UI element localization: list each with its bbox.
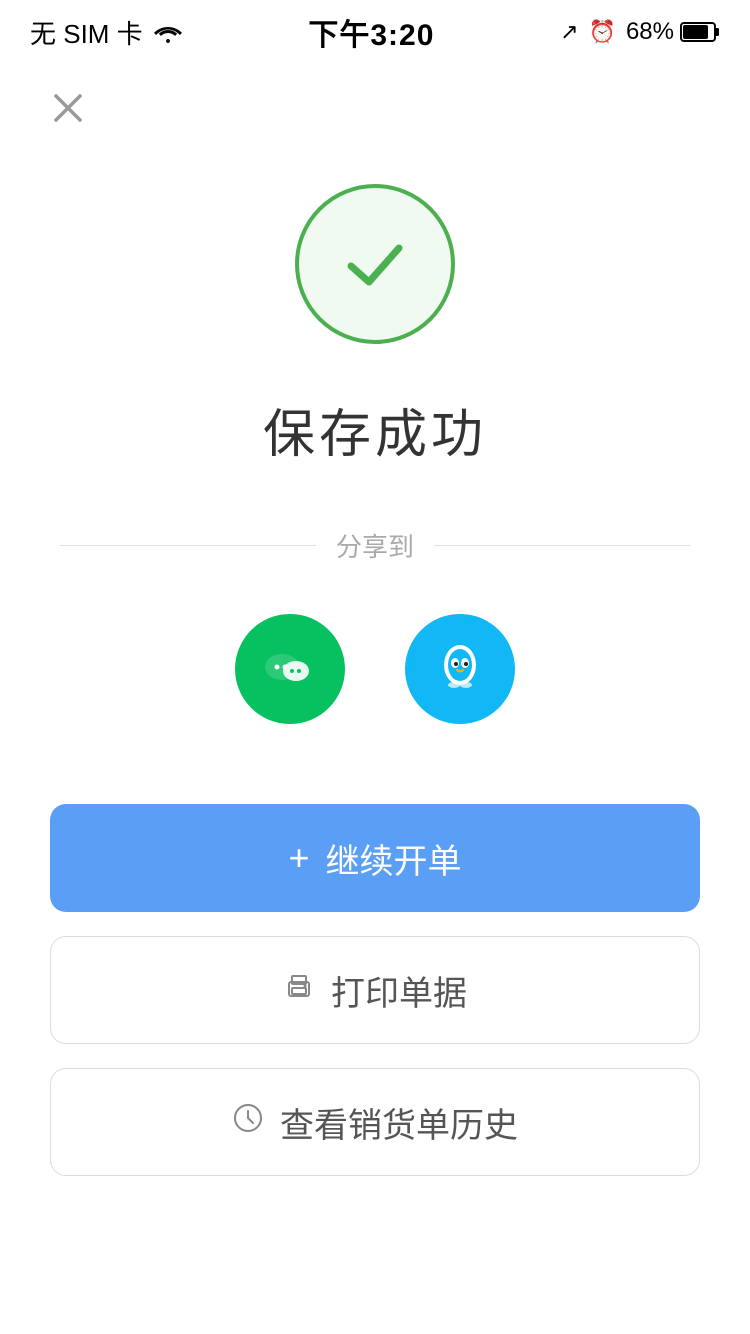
success-title: 保存成功: [263, 392, 487, 467]
share-divider: 分享到: [0, 527, 750, 564]
history-icon: [232, 1102, 264, 1143]
divider-line-right: [434, 545, 690, 546]
close-button[interactable]: [40, 80, 96, 136]
view-history-button[interactable]: 查看销货单历史: [50, 1068, 700, 1176]
wechat-share-button[interactable]: [235, 614, 345, 724]
status-right: ↗ ⏰ 68%: [560, 18, 720, 46]
close-icon: [50, 90, 86, 126]
qq-icon: [428, 637, 492, 701]
wechat-icon: [258, 637, 322, 701]
status-time: 下午3:20: [308, 10, 434, 54]
alarm-icon: ⏰: [589, 19, 616, 45]
sim-text: 无 SIM 卡: [30, 14, 143, 51]
share-label: 分享到: [316, 527, 434, 564]
divider-line-left: [60, 545, 316, 546]
continue-order-button[interactable]: + 继续开单: [50, 804, 700, 912]
share-icons-row: [235, 614, 515, 724]
checkmark-icon: [335, 224, 415, 304]
battery-info: 68%: [626, 18, 720, 46]
print-receipt-label: 打印单据: [331, 966, 467, 1015]
status-left: 无 SIM 卡: [30, 14, 183, 51]
continue-order-label: 继续开单: [326, 834, 462, 883]
success-icon-circle: [295, 184, 455, 344]
print-icon: [283, 970, 315, 1010]
view-history-label: 查看销货单历史: [280, 1098, 518, 1147]
battery-icon: [680, 21, 720, 43]
location-icon: ↗: [560, 19, 578, 45]
main-content: 保存成功 分享到: [0, 64, 750, 1176]
battery-percent: 68%: [626, 18, 674, 46]
continue-order-icon: +: [288, 837, 309, 879]
print-receipt-button[interactable]: 打印单据: [50, 936, 700, 1044]
status-bar: 无 SIM 卡 下午3:20 ↗ ⏰ 68%: [0, 0, 750, 64]
action-buttons: + 继续开单 打印单据 查看销货单历史: [0, 804, 750, 1176]
qq-share-button[interactable]: [405, 614, 515, 724]
wifi-icon: [153, 21, 183, 43]
